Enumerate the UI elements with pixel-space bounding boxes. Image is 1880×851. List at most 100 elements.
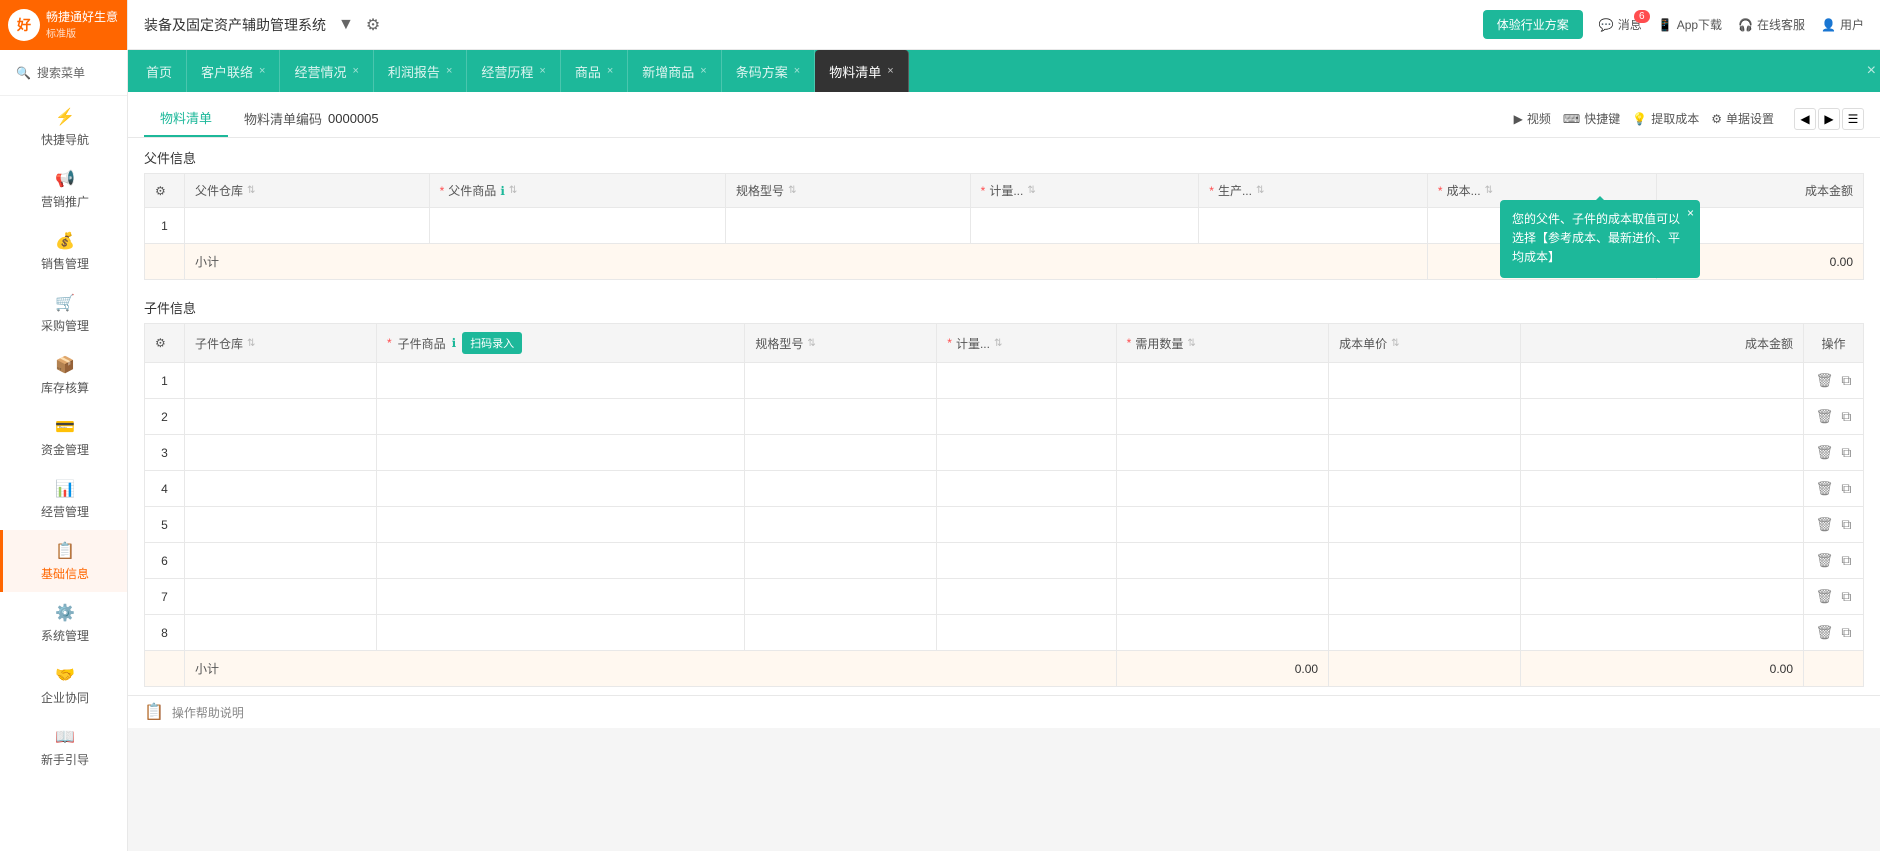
child-qty-cell-1[interactable] [1116, 363, 1328, 399]
child-qty-cell-7[interactable] [1116, 579, 1328, 615]
child-spec-cell-7[interactable] [745, 579, 937, 615]
tab-operations-close[interactable]: × [352, 65, 358, 77]
tab-operations[interactable]: 经营情况 × [280, 50, 373, 92]
sidebar-item-guide[interactable]: 📖 新手引导 [0, 716, 127, 778]
menu-button[interactable]: ☰ [1842, 108, 1864, 130]
delete-icon-8[interactable]: 🗑 [1816, 624, 1834, 641]
try-industry-button[interactable]: 体验行业方案 [1483, 10, 1583, 39]
parent-unit-cell[interactable] [970, 208, 1199, 244]
delete-icon-7[interactable]: 🗑 [1816, 588, 1834, 605]
child-unit-cell-8[interactable] [937, 615, 1116, 651]
tab-goods-close[interactable]: × [607, 65, 613, 77]
child-unit-cost-cell-1[interactable] [1329, 363, 1521, 399]
child-goods-cell-3[interactable] [376, 435, 744, 471]
child-goods-cell-1[interactable] [376, 363, 744, 399]
child-warehouse-cell-4[interactable] [185, 471, 377, 507]
child-qty-cell-6[interactable] [1116, 543, 1328, 579]
tab-goods[interactable]: 商品 × [561, 50, 628, 92]
delete-icon-5[interactable]: 🗑 [1816, 516, 1834, 533]
child-spec-cell-3[interactable] [745, 435, 937, 471]
child-unit-cost-cell-5[interactable] [1329, 507, 1521, 543]
next-page-button[interactable]: ▶ [1818, 108, 1840, 130]
tab-customer-close[interactable]: × [259, 65, 265, 77]
child-warehouse-cell-1[interactable] [185, 363, 377, 399]
copy-icon-1[interactable]: ⧉ [1841, 372, 1851, 389]
child-warehouse-cell-5[interactable] [185, 507, 377, 543]
child-qty-cell-2[interactable] [1116, 399, 1328, 435]
child-unit-cell-7[interactable] [937, 579, 1116, 615]
copy-icon-6[interactable]: ⧉ [1841, 552, 1851, 569]
child-goods-cell-4[interactable] [376, 471, 744, 507]
copy-icon-2[interactable]: ⧉ [1841, 408, 1851, 425]
sidebar-item-marketing[interactable]: 📢 营销推广 [0, 158, 127, 220]
child-warehouse-cell-2[interactable] [185, 399, 377, 435]
tab-new-goods-close[interactable]: × [700, 65, 706, 77]
child-unit-cost-cell-7[interactable] [1329, 579, 1521, 615]
child-unit-cell-1[interactable] [937, 363, 1116, 399]
copy-icon-8[interactable]: ⧉ [1841, 624, 1851, 641]
child-qty-cell-8[interactable] [1116, 615, 1328, 651]
prev-page-button[interactable]: ◀ [1794, 108, 1816, 130]
settings-gear-button[interactable]: ⚙ [366, 15, 380, 35]
parent-spec-cell[interactable] [726, 208, 971, 244]
tab-new-goods[interactable]: 新增商品 × [628, 50, 721, 92]
scan-input-button[interactable]: 扫码录入 [462, 332, 522, 354]
child-qty-cell-5[interactable] [1116, 507, 1328, 543]
sidebar-item-operations[interactable]: 📊 经营管理 [0, 468, 127, 530]
child-unit-cost-cell-8[interactable] [1329, 615, 1521, 651]
child-unit-cost-cell-4[interactable] [1329, 471, 1521, 507]
close-all-tabs-button[interactable]: × [1867, 62, 1876, 80]
tab-bom[interactable]: 物料清单 × [815, 50, 908, 92]
child-goods-cell-2[interactable] [376, 399, 744, 435]
sidebar-item-inventory[interactable]: 📦 库存核算 [0, 344, 127, 406]
copy-icon-7[interactable]: ⧉ [1841, 588, 1851, 605]
child-spec-cell-6[interactable] [745, 543, 937, 579]
tab-history[interactable]: 经营历程 × [467, 50, 560, 92]
tab-customer[interactable]: 客户联络 × [187, 50, 280, 92]
video-button[interactable]: ▶ 视频 [1514, 110, 1551, 127]
child-warehouse-cell-7[interactable] [185, 579, 377, 615]
child-qty-cell-3[interactable] [1116, 435, 1328, 471]
child-unit-cell-4[interactable] [937, 471, 1116, 507]
parent-produce-cell[interactable] [1199, 208, 1428, 244]
user-action[interactable]: 👤 用户 [1821, 16, 1864, 33]
delete-icon-6[interactable]: 🗑 [1816, 552, 1834, 569]
app-download-action[interactable]: 📱 App下载 [1658, 16, 1722, 33]
child-unit-cost-cell-3[interactable] [1329, 435, 1521, 471]
sidebar-item-sales[interactable]: 💰 销售管理 [0, 220, 127, 282]
delete-icon-2[interactable]: 🗑 [1816, 408, 1834, 425]
sidebar-item-enterprise[interactable]: 🤝 企业协同 [0, 654, 127, 716]
child-goods-cell-8[interactable] [376, 615, 744, 651]
child-goods-cell-7[interactable] [376, 579, 744, 615]
child-unit-cell-5[interactable] [937, 507, 1116, 543]
online-service-action[interactable]: 🎧 在线客服 [1738, 16, 1805, 33]
tab-barcode-close[interactable]: × [794, 65, 800, 77]
parent-goods-cell[interactable] [429, 208, 725, 244]
delete-icon-1[interactable]: 🗑 [1816, 372, 1834, 389]
child-spec-cell-1[interactable] [745, 363, 937, 399]
sidebar-item-basic-info[interactable]: 📋 基础信息 [0, 530, 127, 592]
copy-icon-3[interactable]: ⧉ [1841, 444, 1851, 461]
shortcut-button[interactable]: ⌨ 快捷键 [1563, 110, 1620, 127]
child-unit-cell-3[interactable] [937, 435, 1116, 471]
search-menu-button[interactable]: 🔍 搜索菜单 [8, 58, 119, 87]
system-dropdown-button[interactable]: ▼ [338, 16, 354, 34]
tab-history-close[interactable]: × [539, 65, 545, 77]
child-warehouse-cell-8[interactable] [185, 615, 377, 651]
child-warehouse-cell-6[interactable] [185, 543, 377, 579]
tab-bom-close[interactable]: × [887, 65, 893, 77]
child-goods-cell-5[interactable] [376, 507, 744, 543]
parent-th-gear[interactable]: ⚙ [145, 174, 185, 208]
sidebar-item-quick-nav[interactable]: ⚡ 快捷导航 [0, 96, 127, 158]
child-unit-cell-2[interactable] [937, 399, 1116, 435]
tooltip-close-button[interactable]: × [1687, 204, 1694, 223]
sidebar-item-system[interactable]: ⚙️ 系统管理 [0, 592, 127, 654]
tab-profit[interactable]: 利润报告 × [374, 50, 467, 92]
child-unit-cost-cell-6[interactable] [1329, 543, 1521, 579]
copy-icon-4[interactable]: ⧉ [1841, 480, 1851, 497]
child-warehouse-cell-3[interactable] [185, 435, 377, 471]
message-action[interactable]: 💬 消息 6 [1599, 16, 1642, 33]
tab-profit-close[interactable]: × [446, 65, 452, 77]
child-spec-cell-4[interactable] [745, 471, 937, 507]
copy-icon-5[interactable]: ⧉ [1841, 516, 1851, 533]
